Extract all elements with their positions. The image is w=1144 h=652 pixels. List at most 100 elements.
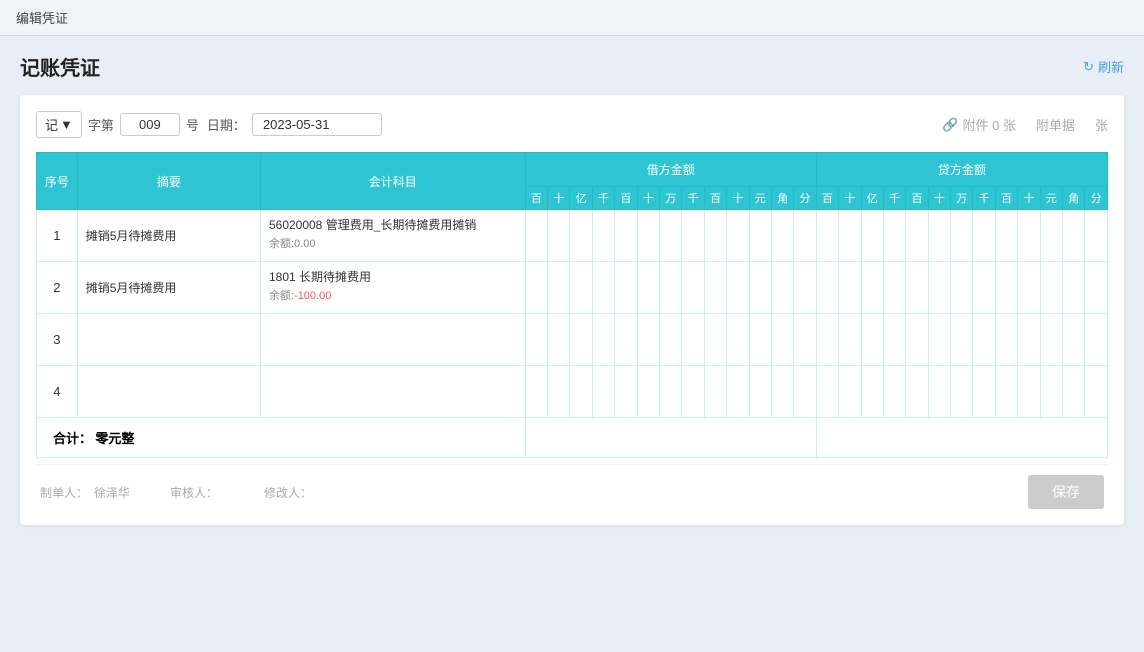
credit-cell[interactable] <box>973 262 995 314</box>
debit-cell[interactable] <box>794 366 816 418</box>
debit-cell[interactable] <box>682 210 704 262</box>
credit-cell[interactable] <box>883 314 905 366</box>
debit-cell[interactable] <box>704 262 726 314</box>
debit-cell[interactable] <box>771 262 793 314</box>
debit-cell[interactable] <box>615 262 637 314</box>
debit-cell[interactable] <box>771 314 793 366</box>
debit-cell[interactable] <box>525 314 547 366</box>
debit-cell[interactable] <box>749 314 771 366</box>
credit-cell[interactable] <box>861 366 883 418</box>
credit-cell[interactable] <box>861 314 883 366</box>
credit-cell[interactable] <box>883 366 905 418</box>
credit-cell[interactable] <box>995 366 1017 418</box>
credit-cell[interactable] <box>951 314 973 366</box>
credit-cell[interactable] <box>1085 210 1108 262</box>
credit-cell[interactable] <box>906 366 928 418</box>
credit-cell[interactable] <box>1018 366 1040 418</box>
credit-cell[interactable] <box>906 262 928 314</box>
debit-cell[interactable] <box>548 314 570 366</box>
credit-cell[interactable] <box>1063 314 1085 366</box>
credit-cell[interactable] <box>1085 262 1108 314</box>
credit-cell[interactable] <box>1063 262 1085 314</box>
debit-cell[interactable] <box>704 366 726 418</box>
debit-cell[interactable] <box>615 366 637 418</box>
credit-cell[interactable] <box>1063 210 1085 262</box>
debit-cell[interactable] <box>525 366 547 418</box>
credit-cell[interactable] <box>951 366 973 418</box>
credit-cell[interactable] <box>883 262 905 314</box>
debit-cell[interactable] <box>682 262 704 314</box>
debit-cell[interactable] <box>548 366 570 418</box>
debit-cell[interactable] <box>749 366 771 418</box>
debit-cell[interactable] <box>771 210 793 262</box>
credit-cell[interactable] <box>995 210 1017 262</box>
row-summary[interactable] <box>77 314 260 366</box>
credit-cell[interactable] <box>928 366 950 418</box>
debit-cell[interactable] <box>637 366 659 418</box>
credit-cell[interactable] <box>951 210 973 262</box>
credit-cell[interactable] <box>1063 366 1085 418</box>
credit-cell[interactable] <box>1040 314 1062 366</box>
credit-cell[interactable] <box>1018 262 1040 314</box>
debit-cell[interactable] <box>704 314 726 366</box>
credit-cell[interactable] <box>816 366 838 418</box>
debit-cell[interactable] <box>794 210 816 262</box>
credit-cell[interactable] <box>816 314 838 366</box>
debit-cell[interactable] <box>727 314 749 366</box>
debit-cell[interactable] <box>727 210 749 262</box>
credit-cell[interactable] <box>951 262 973 314</box>
credit-cell[interactable] <box>883 210 905 262</box>
debit-cell[interactable] <box>771 366 793 418</box>
save-button[interactable]: 保存 <box>1028 475 1104 509</box>
credit-cell[interactable] <box>839 262 861 314</box>
debit-cell[interactable] <box>704 210 726 262</box>
credit-cell[interactable] <box>1018 210 1040 262</box>
debit-cell[interactable] <box>615 210 637 262</box>
credit-cell[interactable] <box>861 210 883 262</box>
credit-cell[interactable] <box>973 210 995 262</box>
row-summary[interactable]: 摊销5月待摊费用 <box>77 210 260 262</box>
credit-cell[interactable] <box>973 314 995 366</box>
credit-cell[interactable] <box>1040 366 1062 418</box>
refresh-button[interactable]: ↻ 刷新 <box>1083 57 1124 76</box>
debit-cell[interactable] <box>525 262 547 314</box>
credit-cell[interactable] <box>839 314 861 366</box>
credit-cell[interactable] <box>1018 314 1040 366</box>
debit-cell[interactable] <box>570 210 592 262</box>
debit-cell[interactable] <box>637 210 659 262</box>
credit-cell[interactable] <box>839 210 861 262</box>
debit-cell[interactable] <box>794 262 816 314</box>
debit-cell[interactable] <box>749 262 771 314</box>
credit-cell[interactable] <box>995 314 1017 366</box>
debit-cell[interactable] <box>794 314 816 366</box>
debit-cell[interactable] <box>682 314 704 366</box>
credit-cell[interactable] <box>816 262 838 314</box>
debit-cell[interactable] <box>637 314 659 366</box>
credit-cell[interactable] <box>1085 366 1108 418</box>
credit-cell[interactable] <box>973 366 995 418</box>
date-input[interactable] <box>252 113 382 136</box>
row-account[interactable]: 1801 长期待摊费用余额:-100.00 <box>260 262 525 314</box>
row-summary[interactable] <box>77 366 260 418</box>
credit-cell[interactable] <box>906 314 928 366</box>
row-account[interactable] <box>260 366 525 418</box>
debit-cell[interactable] <box>749 210 771 262</box>
debit-cell[interactable] <box>637 262 659 314</box>
debit-cell[interactable] <box>660 210 682 262</box>
row-account[interactable]: 56020008 管理费用_长期待摊费用摊销余额:0.00 <box>260 210 525 262</box>
debit-cell[interactable] <box>727 262 749 314</box>
debit-cell[interactable] <box>548 210 570 262</box>
credit-cell[interactable] <box>1085 314 1108 366</box>
row-account[interactable] <box>260 314 525 366</box>
debit-cell[interactable] <box>570 314 592 366</box>
debit-cell[interactable] <box>548 262 570 314</box>
credit-cell[interactable] <box>1040 262 1062 314</box>
credit-cell[interactable] <box>995 262 1017 314</box>
debit-cell[interactable] <box>592 314 614 366</box>
attachment-link[interactable]: 🔗 附件 0 张 <box>942 115 1016 134</box>
credit-cell[interactable] <box>928 210 950 262</box>
debit-cell[interactable] <box>727 366 749 418</box>
voucher-type-dropdown[interactable]: 记 ▼ <box>36 111 82 138</box>
credit-cell[interactable] <box>928 262 950 314</box>
credit-cell[interactable] <box>816 210 838 262</box>
